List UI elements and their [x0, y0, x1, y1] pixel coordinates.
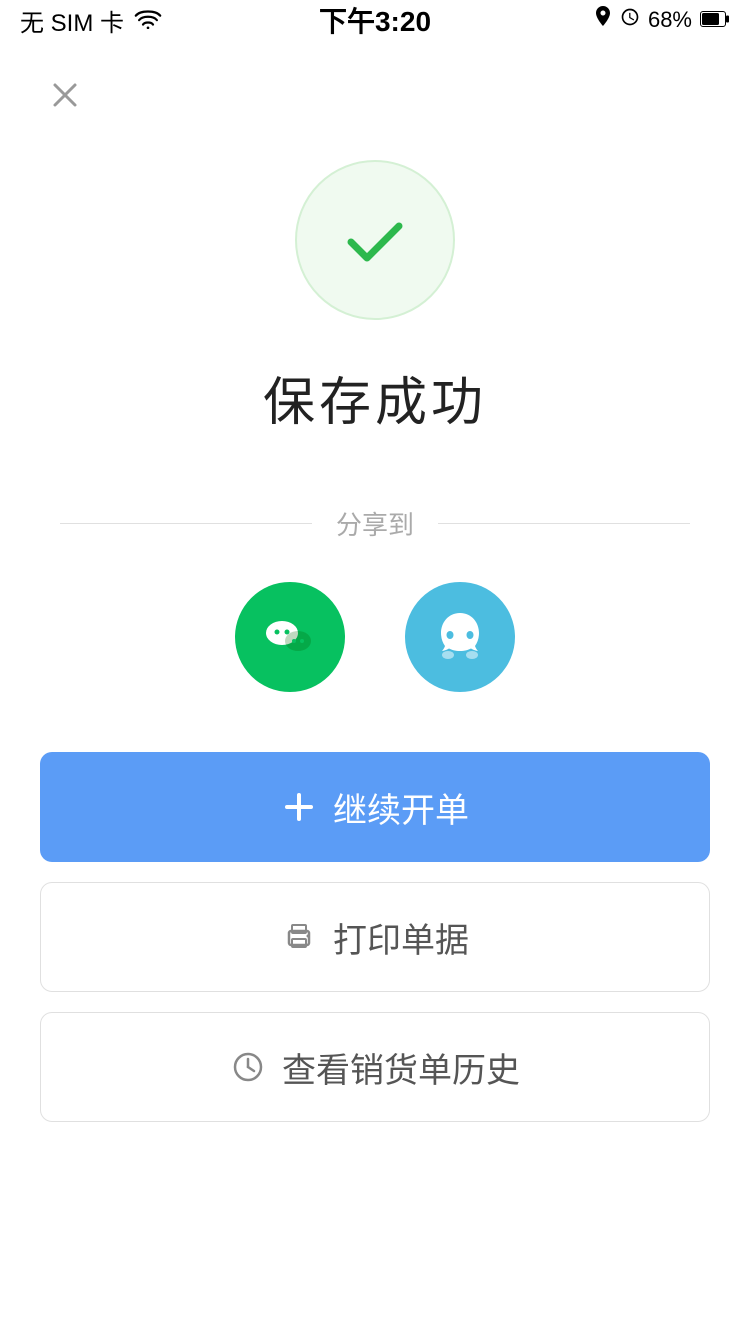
qq-share-button[interactable]	[405, 582, 515, 692]
history-label: 查看销货单历史	[282, 1043, 520, 1092]
wechat-share-button[interactable]	[235, 582, 345, 692]
status-time: 下午3:20	[319, 0, 431, 40]
share-icons	[235, 582, 515, 692]
wifi-icon	[134, 5, 162, 36]
continue-label: 继续开单	[333, 783, 469, 832]
clock-icon	[230, 1049, 266, 1085]
location-icon	[594, 6, 612, 35]
success-section: 保存成功	[0, 130, 750, 455]
continue-button[interactable]: 继续开单	[40, 752, 710, 862]
status-left: 无 SIM 卡	[20, 3, 162, 38]
history-button[interactable]: 查看销货单历史	[40, 1012, 710, 1122]
printer-icon	[281, 919, 317, 955]
print-button[interactable]: 打印单据	[40, 882, 710, 992]
close-button[interactable]	[40, 70, 90, 120]
success-title: 保存成功	[263, 360, 487, 435]
carrier-label: 无 SIM 卡	[20, 3, 124, 38]
battery-label: 68%	[648, 7, 692, 33]
success-circle	[295, 160, 455, 320]
divider-line-right	[438, 523, 690, 524]
close-area	[0, 40, 750, 130]
alarm-icon	[620, 6, 640, 34]
plus-icon	[281, 789, 317, 825]
print-label: 打印单据	[333, 913, 469, 962]
battery-icon	[700, 6, 730, 34]
divider-line-left	[60, 523, 312, 524]
share-label: 分享到	[312, 505, 438, 542]
share-section: 分享到	[0, 505, 750, 692]
share-divider: 分享到	[0, 505, 750, 542]
status-bar: 无 SIM 卡 下午3:20 68%	[0, 0, 750, 40]
actions-section: 继续开单 打印单据 查看销货单历史	[0, 692, 750, 1162]
status-right: 68%	[594, 6, 730, 35]
